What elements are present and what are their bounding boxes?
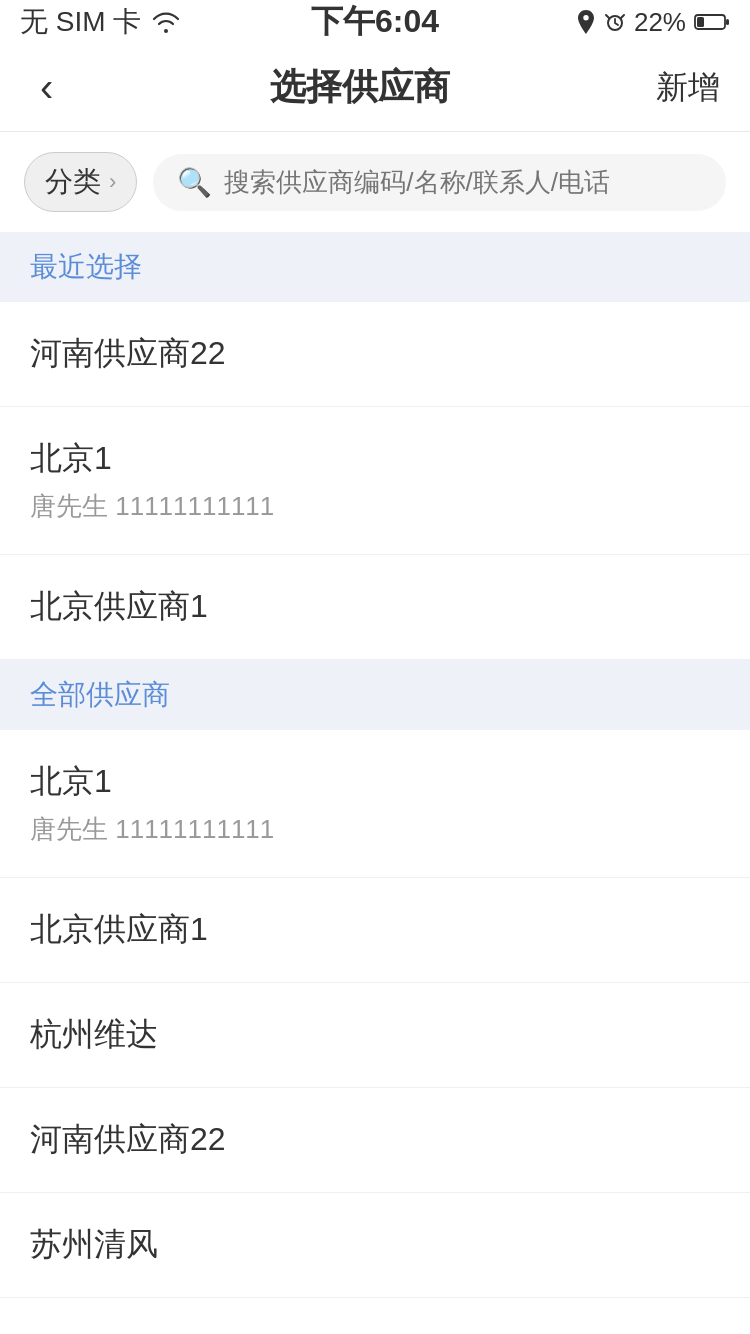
search-input[interactable]: [224, 167, 702, 198]
battery-icon: [694, 13, 730, 31]
back-button[interactable]: ‹: [30, 55, 63, 120]
list-item[interactable]: 河南供应商22: [0, 302, 750, 407]
svg-rect-2: [697, 17, 704, 27]
battery-text: 22%: [634, 7, 686, 38]
list-item[interactable]: 苏州清风: [0, 1193, 750, 1298]
list-item[interactable]: 北京供应商1: [0, 555, 750, 660]
supplier-name: 北京供应商1: [30, 585, 720, 629]
supplier-name: 北京供应商1: [30, 908, 720, 952]
category-button[interactable]: 分类 ›: [24, 152, 137, 212]
supplier-contact: 唐先生 11111111111: [30, 812, 720, 847]
recent-list: 河南供应商22 北京1 唐先生 11111111111 北京供应商1: [0, 302, 750, 660]
supplier-name: 北京1: [30, 437, 720, 481]
all-section-header: 全部供应商: [0, 660, 750, 730]
list-item[interactable]: 北京1 唐先生 11111111111: [0, 730, 750, 878]
supplier-contact: 唐先生 11111111111: [30, 489, 720, 524]
status-time: 下午6:04: [311, 0, 439, 44]
nav-bar: ‹ 选择供应商 新增: [0, 44, 750, 132]
list-item[interactable]: 北京1 唐先生 11111111111: [0, 407, 750, 555]
status-bar: 无 SIM 卡 下午6:04 22%: [0, 0, 750, 44]
list-item[interactable]: 河南供应商22: [0, 1088, 750, 1193]
status-right: 22%: [576, 7, 730, 38]
add-button[interactable]: 新增: [656, 66, 720, 110]
filter-bar: 分类 › 🔍: [0, 132, 750, 232]
search-box: 🔍: [153, 154, 726, 211]
wifi-icon: [151, 11, 181, 33]
recent-section-header: 最近选择: [0, 232, 750, 302]
page-title: 选择供应商: [270, 63, 450, 112]
status-left: 无 SIM 卡: [20, 3, 181, 41]
supplier-name: 河南供应商22: [30, 332, 720, 376]
all-list: 北京1 唐先生 11111111111 北京供应商1 杭州维达河南供应商22 苏州清风: [0, 730, 750, 1298]
svg-rect-3: [726, 19, 729, 25]
search-icon: 🔍: [177, 166, 212, 199]
location-icon: [576, 10, 596, 34]
category-label: 分类: [45, 163, 101, 201]
supplier-name: 河南供应商22: [30, 1118, 720, 1162]
supplier-name: 苏州清风: [30, 1223, 720, 1267]
supplier-name: 北京1: [30, 760, 720, 804]
list-item[interactable]: 北京供应商1: [0, 878, 750, 983]
alarm-icon: [604, 10, 626, 34]
supplier-name: 杭州维达: [30, 1013, 720, 1057]
chevron-right-icon: ›: [109, 169, 116, 195]
list-item[interactable]: 杭州维达: [0, 983, 750, 1088]
carrier-text: 无 SIM 卡: [20, 3, 141, 41]
